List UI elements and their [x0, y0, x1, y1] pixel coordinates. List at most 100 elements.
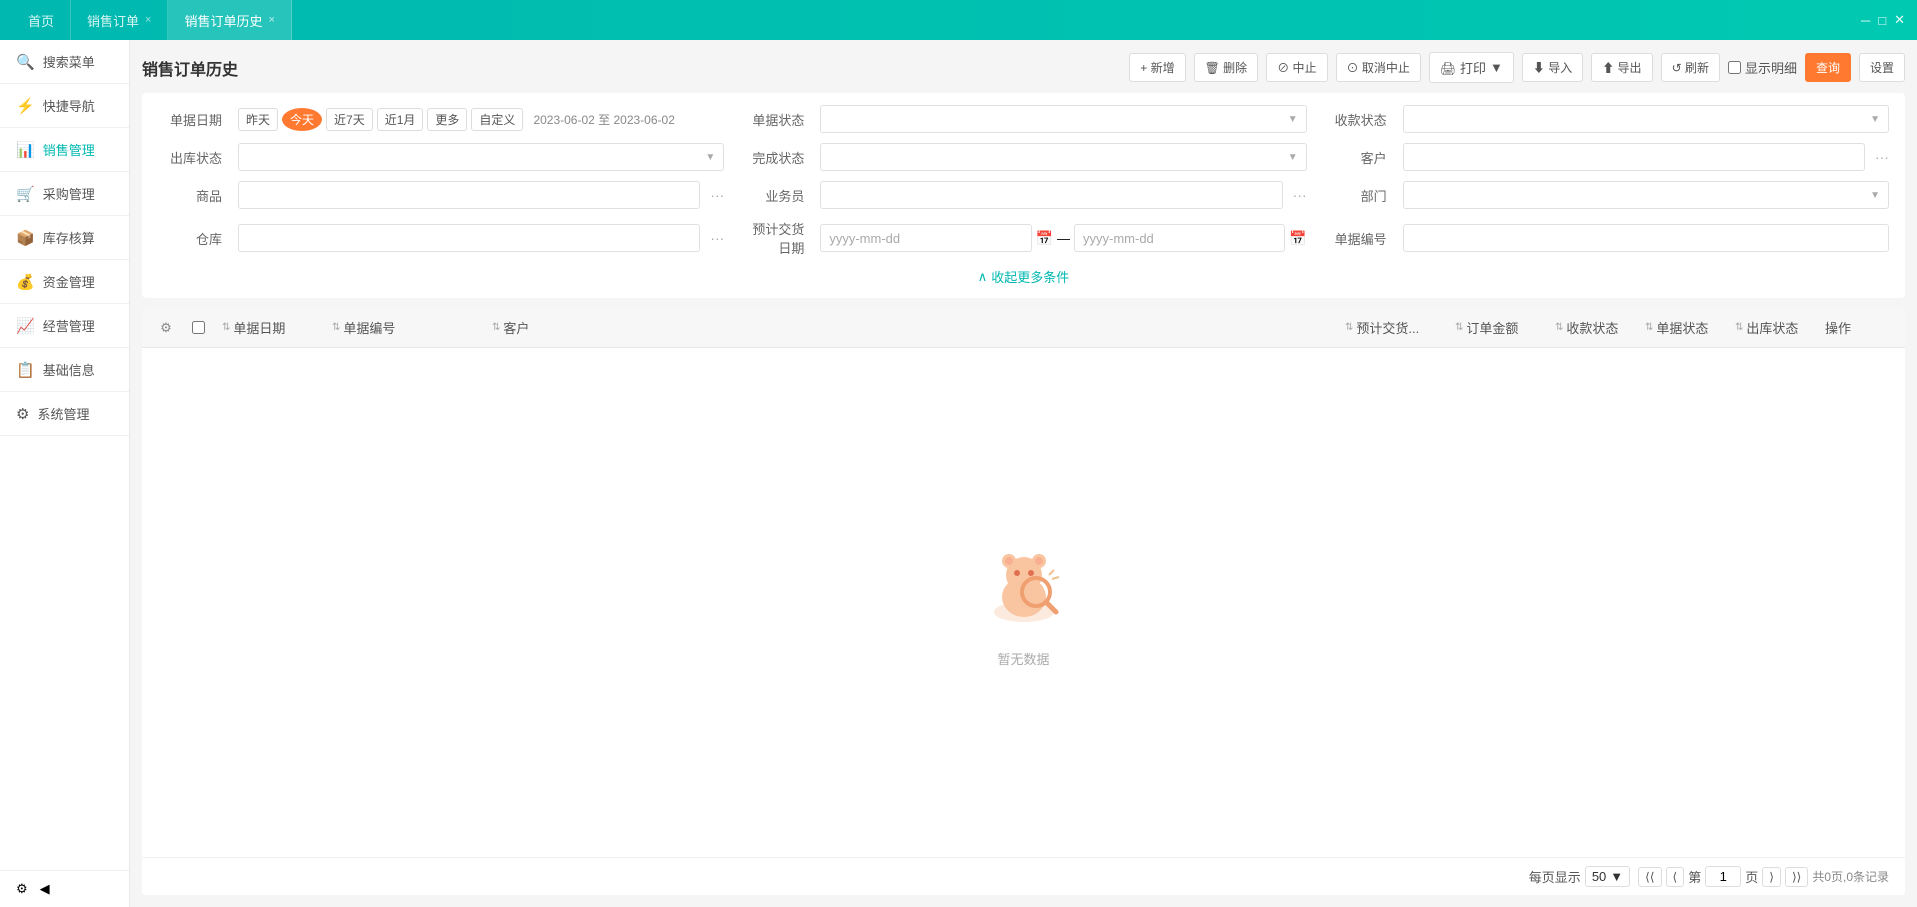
cancel-stop-btn[interactable]: ⊙ 取消中止 [1336, 53, 1421, 82]
pay-status-select[interactable]: ▼ [1403, 105, 1889, 133]
complete-status-arrow: ▼ [1288, 152, 1298, 163]
sidebar-item-basic-label: 基础信息 [43, 360, 95, 379]
delivery-date-filter: yyyy-mm-dd 📅 — yyyy-mm-dd 📅 [820, 224, 1306, 252]
page-input[interactable] [1705, 866, 1741, 887]
tab-sales-order[interactable]: 销售订单 × [71, 0, 168, 40]
select-all-checkbox[interactable] [182, 321, 214, 334]
sidebar-item-quicknav[interactable]: ⚡ 快捷导航 [0, 84, 129, 128]
delivery-date-from-placeholder: yyyy-mm-dd [829, 231, 900, 246]
calendar-to-icon[interactable]: 📅 [1289, 230, 1306, 247]
th-op-label: 操作 [1825, 318, 1851, 337]
date-separator: — [1057, 231, 1070, 246]
sidebar-item-operations[interactable]: 📈 经营管理 [0, 304, 129, 348]
warehouse-label: 仓库 [158, 229, 222, 248]
query-btn[interactable]: 查询 [1805, 53, 1851, 82]
complete-status-select[interactable]: ▼ [820, 143, 1306, 171]
content-area: 销售订单历史 + 新增 🗑 删除 ⊘ 中止 ⊙ 取消中止 🖨 打印 ▼ ⬇ 导入… [130, 40, 1917, 907]
import-btn[interactable]: ⬇ 导入 [1522, 53, 1583, 82]
dept-select[interactable]: ▼ [1403, 181, 1889, 209]
salesman-input[interactable] [820, 181, 1282, 209]
sidebar-item-basic[interactable]: 📋 基础信息 [0, 348, 129, 392]
purchase-icon: 🛒 [16, 185, 35, 203]
delete-btn[interactable]: 🗑 删除 [1194, 53, 1259, 82]
inventory-icon: 📦 [16, 229, 35, 247]
sidebar-item-purchase[interactable]: 🛒 采购管理 [0, 172, 129, 216]
customer-input[interactable] [1403, 143, 1865, 171]
th-order-status[interactable]: ⇅ 单据状态 [1637, 318, 1727, 337]
date-7days-btn[interactable]: 近7天 [326, 108, 373, 131]
date-1month-btn[interactable]: 近1月 [377, 108, 424, 131]
order-num-input[interactable] [1403, 224, 1889, 252]
th-pay-status[interactable]: ⇅ 收款状态 [1547, 318, 1637, 337]
tab-sales-history[interactable]: 销售订单历史 × [168, 0, 291, 40]
maximize-btn[interactable]: □ [1878, 13, 1886, 28]
sidebar-item-search[interactable]: 🔍 搜索菜单 [0, 40, 129, 84]
delivery-date-to[interactable]: yyyy-mm-dd [1074, 224, 1285, 252]
sidebar-item-finance[interactable]: 💰 资金管理 [0, 260, 129, 304]
salesman-label: 业务员 [740, 186, 804, 205]
goods-input[interactable] [238, 181, 700, 209]
last-page-btn[interactable]: ⟩⟩ [1785, 867, 1808, 887]
tab-home[interactable]: 首页 [12, 0, 71, 40]
th-date[interactable]: ⇅ 单据日期 [214, 318, 324, 337]
stop-btn[interactable]: ⊘ 中止 [1266, 53, 1327, 82]
th-amount[interactable]: ⇅ 订单金额 [1447, 318, 1547, 337]
customer-filter: ··· [1403, 143, 1889, 171]
prev-page-btn[interactable]: ⟨ [1666, 867, 1685, 887]
export-btn[interactable]: ⬆ 导出 [1591, 53, 1652, 82]
delivery-date-from[interactable]: yyyy-mm-dd [820, 224, 1031, 252]
date-yesterday-btn[interactable]: 昨天 [238, 108, 278, 131]
next-page-btn[interactable]: ⟩ [1762, 867, 1781, 887]
print-btn[interactable]: 🖨 打印 ▼ [1429, 52, 1514, 83]
close-sales-history-tab[interactable]: × [268, 14, 274, 26]
sidebar-item-sales[interactable]: 📊 销售管理 [0, 128, 129, 172]
column-settings-btn[interactable]: ⚙ [150, 320, 182, 336]
minimize-btn[interactable]: ─ [1861, 13, 1870, 28]
calendar-from-icon[interactable]: 📅 [1036, 230, 1053, 247]
th-num[interactable]: ⇅ 单据编号 [324, 318, 484, 337]
out-status-arrow: ▼ [705, 152, 715, 163]
sidebar-item-system[interactable]: ⚙ 系统管理 [0, 392, 129, 436]
filter-row-status: 出库状态 ▼ 完成状态 ▼ 客户 ··· [158, 143, 1889, 171]
first-page-btn[interactable]: ⟨⟨ [1638, 867, 1661, 887]
setting-btn[interactable]: 设置 [1859, 53, 1905, 82]
close-sales-order-tab[interactable]: × [145, 14, 151, 26]
salesman-dots[interactable]: ··· [1293, 187, 1307, 203]
page-size-dropdown[interactable]: 50 ▼ [1585, 866, 1630, 887]
sidebar-collapse-icon[interactable]: ◀ [40, 881, 50, 897]
sidebar-item-sales-label: 销售管理 [43, 140, 95, 159]
customer-dots[interactable]: ··· [1875, 149, 1889, 165]
warehouse-input[interactable] [238, 224, 700, 252]
close-btn[interactable]: ✕ [1894, 12, 1905, 28]
th-pay-sort-icon: ⇅ [1555, 322, 1563, 333]
collapse-bar[interactable]: ∧ 收起更多条件 [158, 267, 1889, 286]
th-delivery[interactable]: ⇅ 预计交货... [1337, 318, 1447, 337]
new-btn[interactable]: + 新增 [1129, 53, 1185, 82]
th-date-label: 单据日期 [233, 318, 285, 337]
display-detail-checkbox[interactable]: 显示明细 [1728, 58, 1797, 77]
date-today-btn[interactable]: 今天 [282, 108, 322, 131]
th-out-status[interactable]: ⇅ 出库状态 [1727, 318, 1817, 337]
pay-status-label: 收款状态 [1323, 110, 1387, 129]
sidebar-item-inventory[interactable]: 📦 库存核算 [0, 216, 129, 260]
collapse-text: 收起更多条件 [991, 267, 1069, 286]
th-customer[interactable]: ⇅ 客户 [484, 318, 1337, 337]
display-detail-input[interactable] [1728, 61, 1741, 74]
order-status-select[interactable]: ▼ [820, 105, 1306, 133]
date-filter-value: 昨天 今天 近7天 近1月 更多 自定义 2023-06-02 至 2023-0… [238, 108, 724, 131]
out-status-label: 出库状态 [158, 148, 222, 167]
page-unit-label: 页 [1745, 867, 1758, 886]
out-status-select[interactable]: ▼ [238, 143, 724, 171]
sidebar-settings-icon[interactable]: ⚙ [16, 881, 28, 897]
refresh-btn[interactable]: ↺ 刷新 [1661, 53, 1720, 82]
table-section: ⚙ ⇅ 单据日期 ⇅ 单据编号 ⇅ 客户 ⇅ 预计交货. [142, 308, 1905, 895]
th-amount-label: 订单金额 [1466, 318, 1518, 337]
date-more-btn[interactable]: 更多 [427, 108, 467, 131]
dept-filter: ▼ [1403, 181, 1889, 209]
page-title: 销售订单历史 [142, 56, 238, 80]
date-custom-btn[interactable]: 自定义 [471, 108, 523, 131]
select-all-input[interactable] [192, 321, 205, 334]
warehouse-dots[interactable]: ··· [710, 230, 724, 246]
order-num-filter [1403, 224, 1889, 252]
goods-dots[interactable]: ··· [710, 187, 724, 203]
